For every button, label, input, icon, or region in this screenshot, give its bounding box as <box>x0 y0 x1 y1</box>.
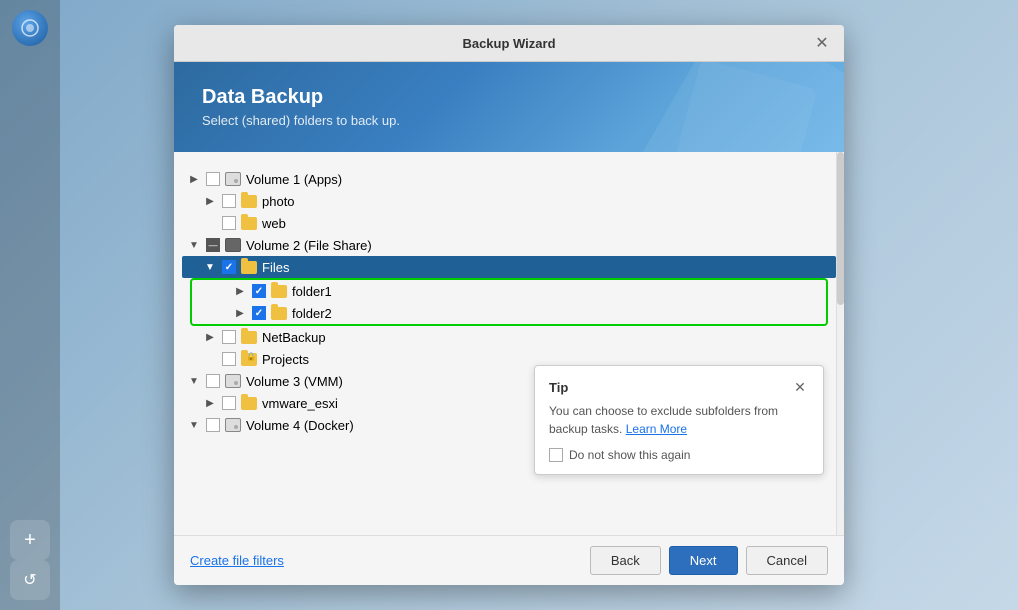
checkbox-files[interactable] <box>222 260 236 274</box>
tip-checkbox-row: Do not show this again <box>549 448 809 462</box>
highlighted-folders-box: ▶ folder1 ▶ <box>190 278 828 326</box>
toggle-volume3[interactable]: ▼ <box>186 373 202 389</box>
checkbox-volume3[interactable] <box>206 374 220 388</box>
tree-item-folder1[interactable]: ▶ folder1 <box>192 280 826 302</box>
hdd-icon-volume2 <box>224 237 242 253</box>
checkbox-projects[interactable] <box>222 352 236 366</box>
folder-icon-web <box>240 215 258 231</box>
label-volume2: Volume 2 (File Share) <box>246 238 372 253</box>
folder-icon-folder2 <box>270 305 288 321</box>
checkbox-vmware[interactable] <box>222 396 236 410</box>
footer-left: Create file filters <box>190 553 284 568</box>
checkbox-volume4[interactable] <box>206 418 220 432</box>
tip-text: You can choose to exclude subfolders fro… <box>549 402 809 438</box>
tip-learn-more-link[interactable]: Learn More <box>626 422 687 436</box>
tip-header: Tip ✕ <box>549 378 809 396</box>
dialog-title: Backup Wizard <box>206 36 812 51</box>
tip-title: Tip <box>549 380 568 395</box>
hdd-icon-volume3 <box>224 373 242 389</box>
label-volume4: Volume 4 (Docker) <box>246 418 354 433</box>
label-volume3: Volume 3 (VMM) <box>246 374 343 389</box>
toggle-folder2[interactable]: ▶ <box>232 305 248 321</box>
tree-item-files[interactable]: ▼ Files <box>182 256 836 278</box>
hdd-icon-volume4 <box>224 417 242 433</box>
toggle-files[interactable]: ▼ <box>202 259 218 275</box>
folder-icon-photo <box>240 193 258 209</box>
checkbox-netbackup[interactable] <box>222 330 236 344</box>
folder-icon-netbackup <box>240 329 258 345</box>
tree-item-photo[interactable]: ▶ photo <box>182 190 836 212</box>
checkbox-folder2[interactable] <box>252 306 266 320</box>
label-volume1: Volume 1 (Apps) <box>246 172 342 187</box>
dialog-overlay: Backup Wizard ✕ Data Backup Select (shar… <box>0 0 1018 610</box>
page-subtitle: Select (shared) folders to back up. <box>202 113 816 128</box>
toggle-vmware[interactable]: ▶ <box>202 395 218 411</box>
checkbox-folder1[interactable] <box>252 284 266 298</box>
folder-icon-files <box>240 259 258 275</box>
toggle-volume2[interactable]: ▼ <box>186 237 202 253</box>
scrollbar-track[interactable] <box>836 152 844 535</box>
label-netbackup: NetBackup <box>262 330 326 345</box>
hdd-icon-volume1 <box>224 171 242 187</box>
folder-icon-folder1 <box>270 283 288 299</box>
scrollbar-thumb[interactable] <box>837 152 844 305</box>
tip-close-button[interactable]: ✕ <box>791 378 809 396</box>
tree-item-netbackup[interactable]: ▶ NetBackup <box>182 326 836 348</box>
tip-dont-show-label: Do not show this again <box>569 448 690 462</box>
tip-dont-show-checkbox[interactable] <box>549 448 563 462</box>
toggle-photo[interactable]: ▶ <box>202 193 218 209</box>
checkbox-volume2[interactable] <box>206 238 220 252</box>
tree-item-volume2[interactable]: ▼ Volume 2 (File Share) <box>182 234 836 256</box>
create-file-filters-link[interactable]: Create file filters <box>190 553 284 568</box>
backup-wizard-dialog: Backup Wizard ✕ Data Backup Select (shar… <box>174 25 844 585</box>
label-web: web <box>262 216 286 231</box>
checkbox-volume1[interactable] <box>206 172 220 186</box>
checkbox-web[interactable] <box>222 216 236 230</box>
dialog-titlebar: Backup Wizard ✕ <box>174 25 844 62</box>
folder-icon-projects: 🔒 <box>240 351 258 367</box>
label-folder2: folder2 <box>292 306 332 321</box>
dialog-header: Data Backup Select (shared) folders to b… <box>174 62 844 152</box>
tip-popup: Tip ✕ You can choose to exclude subfolde… <box>534 365 824 475</box>
page-title: Data Backup <box>202 86 816 109</box>
desktop: + ↺ Backup Wizard ✕ Data Backup Select (… <box>0 0 1018 610</box>
toggle-netbackup[interactable]: ▶ <box>202 329 218 345</box>
toggle-volume4[interactable]: ▼ <box>186 417 202 433</box>
tree-item-folder2[interactable]: ▶ folder2 <box>192 302 826 324</box>
dialog-body: ▶ Volume 1 (Apps) ▶ ph <box>174 152 844 535</box>
cancel-button[interactable]: Cancel <box>746 546 828 575</box>
tree-item-web[interactable]: ▶ web <box>182 212 836 234</box>
toggle-folder1[interactable]: ▶ <box>232 283 248 299</box>
label-folder1: folder1 <box>292 284 332 299</box>
back-button[interactable]: Back <box>590 546 661 575</box>
dialog-close-button[interactable]: ✕ <box>812 33 832 53</box>
checkbox-photo[interactable] <box>222 194 236 208</box>
label-files: Files <box>262 260 289 275</box>
toggle-volume1[interactable]: ▶ <box>186 171 202 187</box>
next-button[interactable]: Next <box>669 546 738 575</box>
dialog-footer: Create file filters Back Next Cancel <box>174 535 844 585</box>
label-vmware: vmware_esxi <box>262 396 338 411</box>
label-projects: Projects <box>262 352 309 367</box>
tree-item-volume1[interactable]: ▶ Volume 1 (Apps) <box>182 168 836 190</box>
folder-icon-vmware <box>240 395 258 411</box>
label-photo: photo <box>262 194 295 209</box>
footer-right: Back Next Cancel <box>590 546 828 575</box>
